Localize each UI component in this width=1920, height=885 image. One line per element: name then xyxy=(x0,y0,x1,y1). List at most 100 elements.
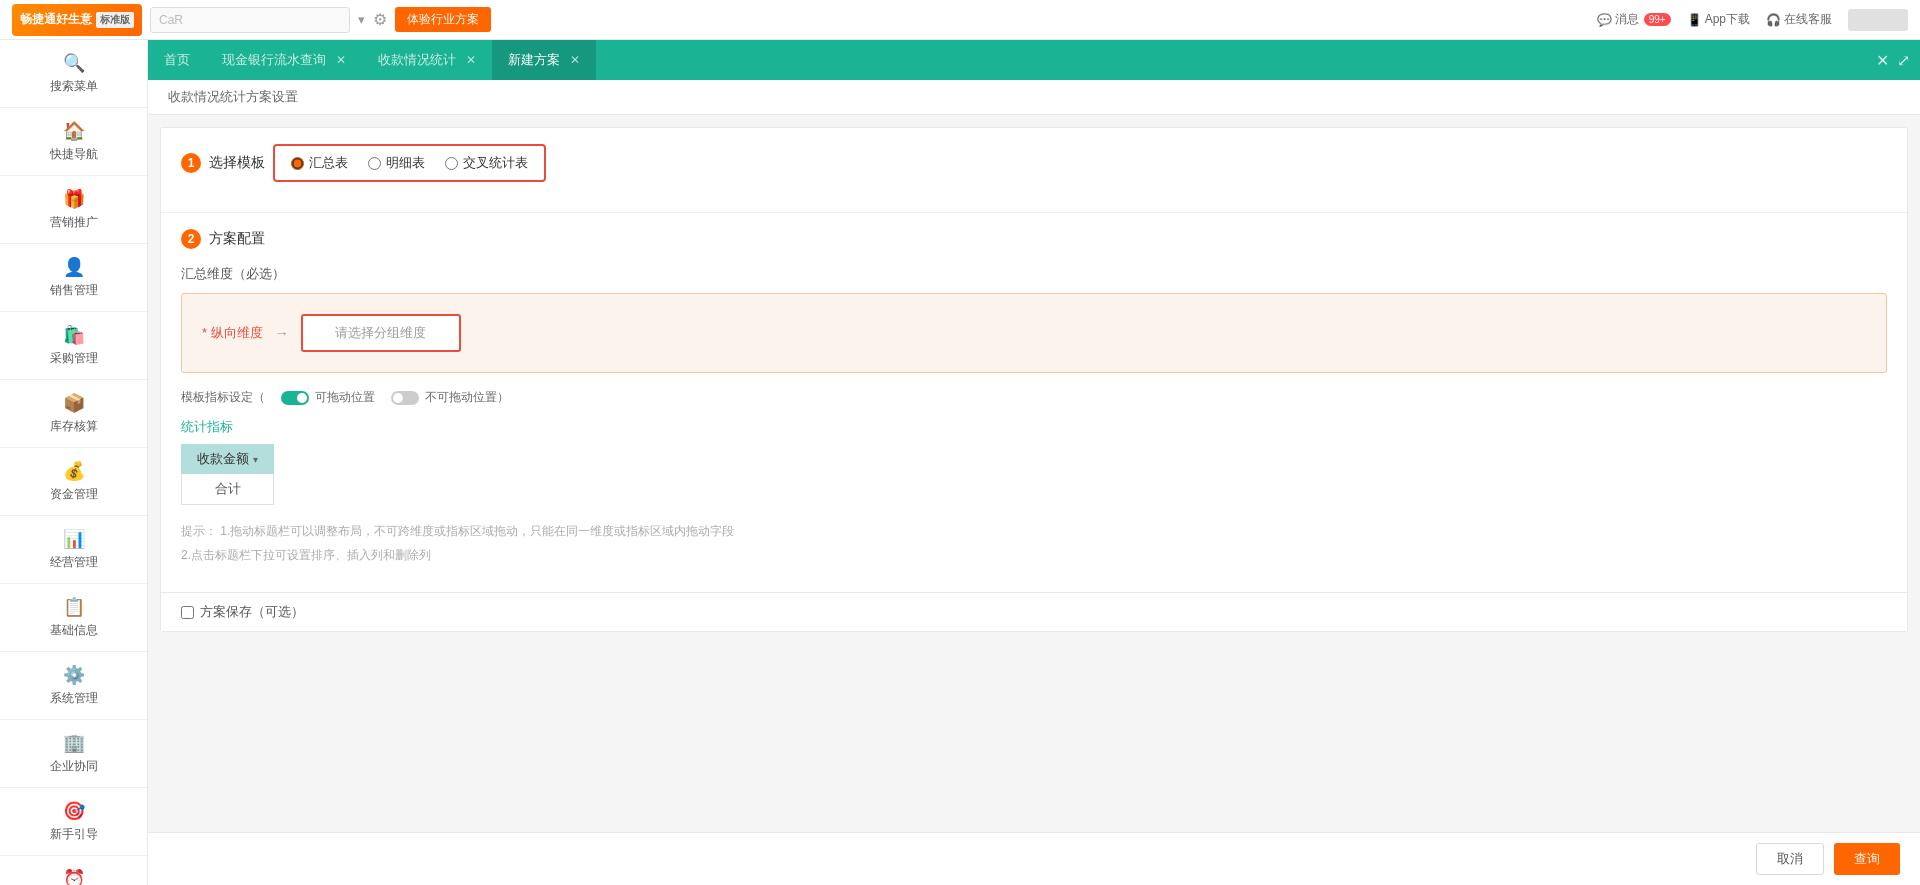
tab-new-plan-label: 新建方案 xyxy=(508,51,560,69)
sidebar-item-system[interactable]: ⚙️ 系统管理 xyxy=(0,652,147,720)
radio-summary[interactable]: 汇总表 xyxy=(291,154,348,172)
step1-title: 1 选择模板 汇总表 明细表 xyxy=(181,144,1887,182)
legend-fixed: 不可拖动位置） xyxy=(391,389,509,406)
sidebar-item-label: 采购管理 xyxy=(50,350,98,367)
dim-placeholder[interactable]: 请选择分组维度 xyxy=(301,314,461,352)
download-action[interactable]: 📱 App下载 xyxy=(1687,11,1750,28)
tab-maximize-icon[interactable]: ⤢ xyxy=(1897,51,1910,70)
sidebar-item-label: 营销推广 xyxy=(50,214,98,231)
radio-cross-input[interactable] xyxy=(445,157,458,170)
draggable-toggle[interactable] xyxy=(281,391,309,405)
indicator-header: 收款金额 ▾ xyxy=(181,444,274,474)
radio-detail-label: 明细表 xyxy=(386,154,425,172)
industry-btn[interactable]: 体验行业方案 xyxy=(395,7,491,32)
fixed-toggle[interactable] xyxy=(391,391,419,405)
service-icon: 🎧 xyxy=(1766,13,1781,27)
hint-line2: 2.点击标题栏下拉可设置排序、插入列和删除列 xyxy=(181,545,1887,567)
radio-detail[interactable]: 明细表 xyxy=(368,154,425,172)
radio-cross-label: 交叉统计表 xyxy=(463,154,528,172)
dim-row: * 纵向维度 → 请选择分组维度 xyxy=(202,314,461,352)
tab-new-plan-close[interactable]: ✕ xyxy=(570,53,580,67)
tab-bank-flow[interactable]: 现金银行流水查询 ✕ xyxy=(206,40,362,80)
save-plan-label: 方案保存（可选） xyxy=(200,603,304,621)
sidebar-item-basic-info[interactable]: 📋 基础信息 xyxy=(0,584,147,652)
tab-collection-stats-close[interactable]: ✕ xyxy=(466,53,476,67)
summary-dim-label: 汇总维度（必选） xyxy=(181,265,1887,283)
sidebar-item-label: 快捷导航 xyxy=(50,146,98,163)
sidebar: 🔍 搜索菜单 🏠 快捷导航 🎁 营销推广 👤 销售管理 🛍️ 采购管理 📦 库存… xyxy=(0,40,148,885)
content-area: 首页 现金银行流水查询 ✕ 收款情况统计 ✕ 新建方案 ✕ ✕ ⤢ 收 xyxy=(148,40,1920,885)
enterprise-icon: 🏢 xyxy=(63,732,85,754)
tab-home[interactable]: 首页 xyxy=(148,40,206,80)
tab-bank-flow-label: 现金银行流水查询 xyxy=(222,51,326,69)
step1-section: 1 选择模板 汇总表 明细表 xyxy=(161,128,1907,212)
sidebar-item-label: 库存核算 xyxy=(50,418,98,435)
query-button[interactable]: 查询 xyxy=(1834,843,1900,875)
legend-draggable: 可拖动位置 xyxy=(281,389,375,406)
logo: 畅捷通好生意 标准版 xyxy=(12,4,142,36)
sidebar-item-label: 经营管理 xyxy=(50,554,98,571)
sidebar-item-newbie[interactable]: 🎯 新手引导 xyxy=(0,788,147,856)
notice-badge: 99+ xyxy=(1644,13,1671,26)
sidebar-item-label: 系统管理 xyxy=(50,690,98,707)
template-radio-group: 汇总表 明细表 交叉统计表 xyxy=(273,144,546,182)
tab-bar-end: ✕ ⤢ xyxy=(1866,40,1920,80)
tab-collection-stats[interactable]: 收款情况统计 ✕ xyxy=(362,40,492,80)
tab-new-plan[interactable]: 新建方案 ✕ xyxy=(492,40,596,80)
step2-num: 2 xyxy=(181,229,201,249)
stats-indicator-label: 统计指标 xyxy=(181,418,1887,436)
sidebar-item-enterprise[interactable]: 🏢 企业协同 xyxy=(0,720,147,788)
finance-icon: 💰 xyxy=(63,460,85,482)
dim-arrow-icon: → xyxy=(275,325,289,341)
service-label: 在线客服 xyxy=(1784,11,1832,28)
save-plan-checkbox[interactable] xyxy=(181,606,194,619)
indicator-header-cell[interactable]: 收款金额 ▾ xyxy=(181,444,274,474)
sidebar-item-purchase[interactable]: 🛍️ 采购管理 xyxy=(0,312,147,380)
quick-nav-icon: 🏠 xyxy=(63,120,85,142)
search-box: CaR xyxy=(150,7,350,33)
sidebar-item-inventory[interactable]: 📦 库存核算 xyxy=(0,380,147,448)
standard-badge: 标准版 xyxy=(96,12,134,28)
tab-home-label: 首页 xyxy=(164,51,190,69)
newbie-icon: 🎯 xyxy=(63,800,85,822)
indicator-legend-prefix: 模板指标设定（ xyxy=(181,389,265,406)
radio-summary-input[interactable] xyxy=(291,157,304,170)
hint-line1: 提示： 1.拖动标题栏可以调整布局，不可跨维度或指标区域拖动，只能在同一维度或指… xyxy=(181,521,1887,543)
cancel-button[interactable]: 取消 xyxy=(1756,843,1824,875)
service-action[interactable]: 🎧 在线客服 xyxy=(1766,11,1832,28)
sidebar-item-sales[interactable]: 👤 销售管理 xyxy=(0,244,147,312)
notice-action[interactable]: 💬 消息 99+ xyxy=(1597,11,1671,28)
top-bar: 畅捷通好生意 标准版 CaR ▾ ⚙ 体验行业方案 💬 消息 99+ 📱 App… xyxy=(0,0,1920,40)
breadcrumb: 收款情况统计方案设置 xyxy=(168,89,298,104)
step2-title: 2 方案配置 xyxy=(181,229,1887,249)
indicator-legend: 模板指标设定（ 可拖动位置 不可拖动位置） xyxy=(181,389,1887,406)
sidebar-item-business[interactable]: 📊 经营管理 xyxy=(0,516,147,584)
user-avatar[interactable] xyxy=(1848,9,1908,31)
inventory-icon: 📦 xyxy=(63,392,85,414)
gear-icon[interactable]: ⚙ xyxy=(373,10,387,29)
sidebar-item-smart-hardware[interactable]: ⏰ 智能硬件 xyxy=(0,856,147,885)
sidebar-item-finance[interactable]: 💰 资金管理 xyxy=(0,448,147,516)
radio-cross[interactable]: 交叉统计表 xyxy=(445,154,528,172)
sidebar-item-label: 销售管理 xyxy=(50,282,98,299)
indicator-body-cell: 合计 xyxy=(182,474,273,504)
logo-text: 畅捷通好生意 xyxy=(20,11,92,28)
radio-detail-input[interactable] xyxy=(368,157,381,170)
tab-close-all-icon[interactable]: ✕ xyxy=(1876,51,1889,70)
basic-info-icon: 📋 xyxy=(63,596,85,618)
sidebar-item-quick-nav[interactable]: 🏠 快捷导航 xyxy=(0,108,147,176)
hint-text: 提示： 1.拖动标题栏可以调整布局，不可跨维度或指标区域拖动，只能在同一维度或指… xyxy=(181,521,1887,576)
bottom-action-bar: 取消 查询 xyxy=(148,832,1920,885)
save-plan-checkbox-label[interactable]: 方案保存（可选） xyxy=(181,603,304,621)
indicator-section: 模板指标设定（ 可拖动位置 不可拖动位置） 统计指标 xyxy=(181,389,1887,576)
chevron-down-icon: ▾ xyxy=(253,454,258,465)
download-label: App下载 xyxy=(1705,11,1750,28)
sidebar-item-marketing[interactable]: 🎁 营销推广 xyxy=(0,176,147,244)
step2-section: 2 方案配置 汇总维度（必选） * 纵向维度 → 请选择分组维度 xyxy=(161,213,1907,592)
business-icon: 📊 xyxy=(63,528,85,550)
sidebar-item-label: 企业协同 xyxy=(50,758,98,775)
tab-bank-flow-close[interactable]: ✕ xyxy=(336,53,346,67)
sidebar-item-search-menu[interactable]: 🔍 搜索菜单 xyxy=(0,40,147,108)
dropdown-arrow-icon[interactable]: ▾ xyxy=(358,12,365,27)
marketing-icon: 🎁 xyxy=(63,188,85,210)
